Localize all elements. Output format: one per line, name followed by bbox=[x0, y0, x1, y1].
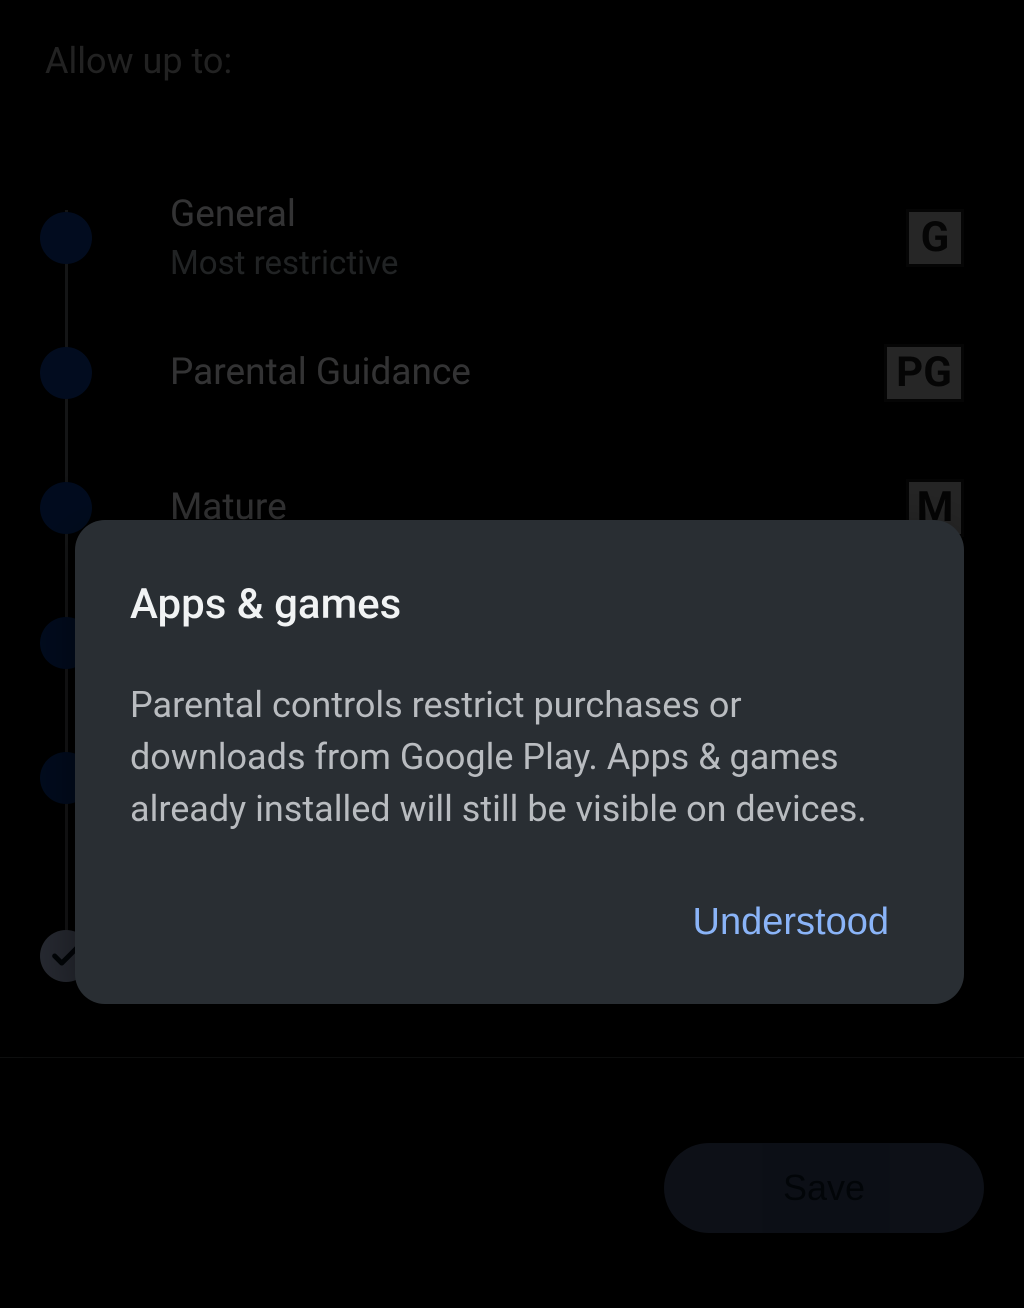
dialog-apps-and-games: Apps & games Parental controls restrict … bbox=[75, 520, 964, 1004]
understood-button[interactable]: Understood bbox=[673, 891, 909, 954]
dialog-title: Apps & games bbox=[130, 580, 909, 629]
dialog-body-text: Parental controls restrict purchases or … bbox=[130, 679, 909, 836]
